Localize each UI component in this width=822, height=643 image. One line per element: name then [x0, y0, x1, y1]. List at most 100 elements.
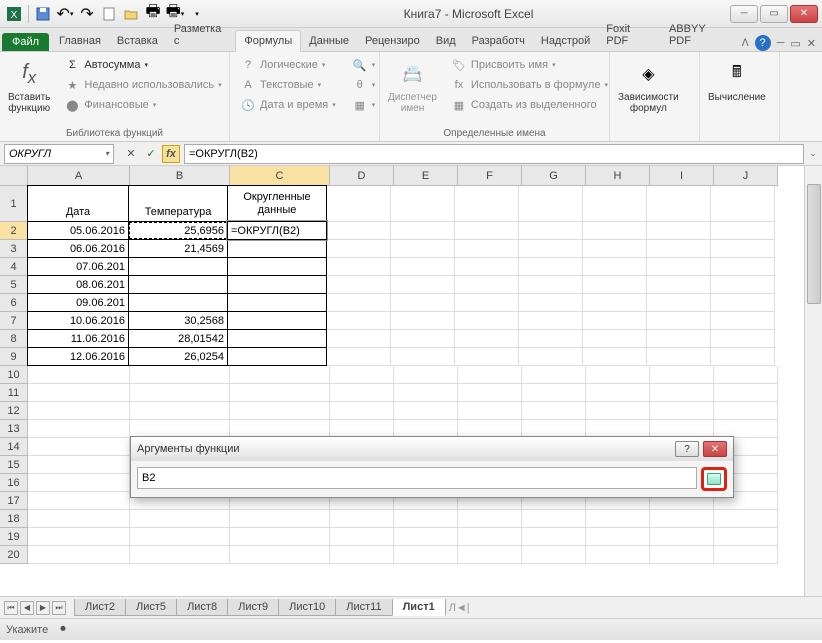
- cell-C4[interactable]: [227, 257, 327, 276]
- row-header-6[interactable]: 6: [0, 294, 28, 312]
- lookup-button[interactable]: 🔍▾: [348, 56, 380, 74]
- close-button[interactable]: ✕: [790, 5, 818, 23]
- sheet-tab-4[interactable]: Лист10: [278, 599, 336, 616]
- cell-B4[interactable]: [128, 257, 228, 276]
- cell-D2[interactable]: [327, 222, 391, 240]
- cell-A8[interactable]: 11.06.2016: [27, 329, 129, 348]
- maximize-button[interactable]: ▭: [760, 5, 788, 23]
- cell-A9[interactable]: 12.06.2016: [27, 347, 129, 366]
- tab-formulas[interactable]: Формулы: [235, 30, 301, 52]
- tab-abbyy[interactable]: ABBYY PDF: [661, 19, 736, 51]
- col-header-A[interactable]: A: [28, 166, 130, 186]
- cell-C9[interactable]: [227, 347, 327, 366]
- fx-button[interactable]: fx: [162, 145, 180, 163]
- row-header-14[interactable]: 14: [0, 438, 28, 456]
- row-header-2[interactable]: 2: [0, 222, 28, 240]
- row-header-8[interactable]: 8: [0, 330, 28, 348]
- cell-B6[interactable]: [128, 293, 228, 312]
- col-header-E[interactable]: E: [394, 166, 458, 186]
- qat-undo[interactable]: ↶▾: [55, 4, 75, 24]
- row-header-17[interactable]: 17: [0, 492, 28, 510]
- qat-redo[interactable]: ↷: [77, 4, 97, 24]
- workbook-minimize-icon[interactable]: ─: [777, 37, 785, 49]
- sheet-first-button[interactable]: ⏮: [4, 601, 18, 615]
- cell-B2[interactable]: 25,6956: [128, 221, 228, 240]
- cell-J1[interactable]: [711, 186, 775, 222]
- cell-D1[interactable]: [327, 186, 391, 222]
- tab-foxit[interactable]: Foxit PDF: [598, 19, 661, 51]
- tab-insert[interactable]: Вставка: [109, 31, 166, 51]
- financial-button[interactable]: ⬤Финансовые ▾: [60, 96, 225, 114]
- cell-C1[interactable]: Округленныеданные: [227, 185, 327, 222]
- cell-A5[interactable]: 08.06.201: [27, 275, 129, 294]
- formula-input[interactable]: =ОКРУГЛ(B2): [184, 144, 804, 164]
- sheet-tab-2[interactable]: Лист8: [176, 599, 228, 616]
- row-header-5[interactable]: 5: [0, 276, 28, 294]
- cell-F1[interactable]: [455, 186, 519, 222]
- cell-C5[interactable]: [227, 275, 327, 294]
- cancel-formula-button[interactable]: ✕: [122, 145, 140, 163]
- cell-C2[interactable]: =ОКРУГЛ(B2): [227, 221, 327, 240]
- cell-A3[interactable]: 06.06.2016: [27, 239, 129, 258]
- cell-C3[interactable]: [227, 239, 327, 258]
- row-header-20[interactable]: 20: [0, 546, 28, 564]
- dialog-range-input[interactable]: [137, 467, 697, 489]
- row-header-11[interactable]: 11: [0, 384, 28, 402]
- sheet-prev-button[interactable]: ◀: [20, 601, 34, 615]
- calculation-button[interactable]: 🖩 Вычисление: [706, 56, 768, 105]
- tab-review[interactable]: Рецензиро: [357, 31, 428, 51]
- datetime-button[interactable]: 🕓Дата и время ▾: [236, 96, 340, 114]
- row-header-12[interactable]: 12: [0, 402, 28, 420]
- sheet-tab-1[interactable]: Лист5: [125, 599, 177, 616]
- tab-file[interactable]: Файл: [2, 33, 49, 51]
- dialog-titlebar[interactable]: Аргументы функции ? ✕: [131, 437, 733, 461]
- tab-data[interactable]: Данные: [301, 31, 357, 51]
- cell-C8[interactable]: [227, 329, 327, 348]
- sheet-tab-active[interactable]: Лист1: [392, 599, 446, 616]
- create-from-selection-button[interactable]: ▦Создать из выделенного: [447, 96, 612, 114]
- name-box[interactable]: ОКРУГЛ▾: [4, 144, 114, 164]
- qat-open[interactable]: [121, 4, 141, 24]
- help-icon[interactable]: ?: [755, 35, 771, 51]
- row-header-15[interactable]: 15: [0, 456, 28, 474]
- math-button[interactable]: θ▾: [348, 76, 380, 94]
- sheet-next-button[interactable]: ▶: [36, 601, 50, 615]
- macro-record-icon[interactable]: ⏺: [60, 623, 66, 636]
- qat-print[interactable]: 🖶: [143, 4, 163, 24]
- col-header-B[interactable]: B: [130, 166, 230, 186]
- cell-E1[interactable]: [391, 186, 455, 222]
- tab-addins[interactable]: Надстрой: [533, 31, 598, 51]
- formula-dependencies-button[interactable]: ◈ Зависимости формул: [616, 56, 681, 116]
- sheet-tab-0[interactable]: Лист2: [74, 599, 126, 616]
- cell-B3[interactable]: 21,4569: [128, 239, 228, 258]
- sheet-tab-5[interactable]: Лист11: [335, 599, 392, 616]
- qat-save[interactable]: [33, 4, 53, 24]
- cell-B9[interactable]: 26,0254: [128, 347, 228, 366]
- vertical-scrollbar[interactable]: [804, 166, 822, 596]
- row-header-3[interactable]: 3: [0, 240, 28, 258]
- confirm-formula-button[interactable]: ✓: [142, 145, 160, 163]
- autosum-button[interactable]: ΣАвтосумма ▾: [60, 56, 225, 74]
- cell-H1[interactable]: [583, 186, 647, 222]
- row-header-4[interactable]: 4: [0, 258, 28, 276]
- worksheet-grid[interactable]: A B C D E F G H I J 1 2 3 4 5 6 7 8 9 10…: [0, 166, 822, 596]
- qat-new[interactable]: [99, 4, 119, 24]
- row-header-13[interactable]: 13: [0, 420, 28, 438]
- cell-C6[interactable]: [227, 293, 327, 312]
- vertical-scrollbar-thumb[interactable]: [807, 184, 821, 304]
- tab-layout[interactable]: Разметка с: [166, 19, 236, 51]
- expand-formula-bar[interactable]: ⌄: [804, 148, 822, 159]
- row-header-1[interactable]: 1: [0, 186, 28, 222]
- minimize-ribbon-icon[interactable]: ᐱ: [742, 38, 749, 49]
- cell-B8[interactable]: 28,01542: [128, 329, 228, 348]
- cell-C7[interactable]: [227, 311, 327, 330]
- name-manager-button[interactable]: 📇 Диспетчер имен: [386, 56, 439, 116]
- col-header-I[interactable]: I: [650, 166, 714, 186]
- row-header-16[interactable]: 16: [0, 474, 28, 492]
- col-header-F[interactable]: F: [458, 166, 522, 186]
- sheet-last-button[interactable]: ⏭: [52, 601, 66, 615]
- workbook-restore-icon[interactable]: ▭: [790, 37, 800, 50]
- tab-home[interactable]: Главная: [51, 31, 109, 51]
- row-header-18[interactable]: 18: [0, 510, 28, 528]
- row-header-19[interactable]: 19: [0, 528, 28, 546]
